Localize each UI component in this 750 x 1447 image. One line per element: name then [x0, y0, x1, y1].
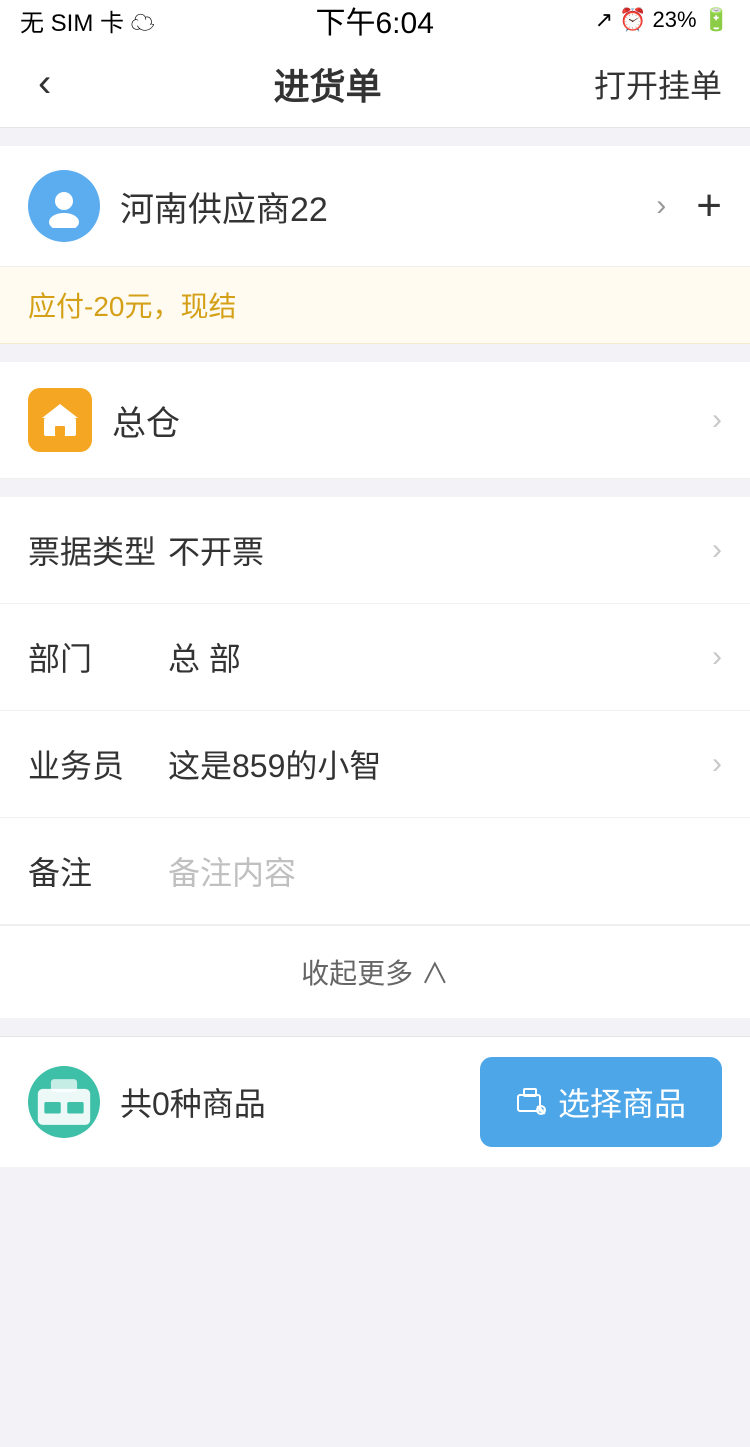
info-banner: 应付-20元，现结 — [0, 267, 750, 344]
select-product-label: 选择商品 — [558, 1079, 686, 1125]
department-row[interactable]: 部门 总 部 › — [0, 604, 750, 711]
open-pending-button[interactable]: 打开挂单 — [594, 61, 722, 107]
salesman-row[interactable]: 业务员 这是859的小智 › — [0, 711, 750, 818]
location-icon: ↗ — [595, 7, 613, 33]
status-left: 无 SIM 卡 ☁ — [20, 3, 155, 38]
warehouse-chevron-icon: › — [712, 403, 722, 437]
supplier-row[interactable]: 河南供应商22 › + — [0, 146, 750, 267]
department-value: 总 部 — [168, 634, 712, 680]
product-count: 共0种商品 — [120, 1079, 480, 1125]
supplier-chevron-icon: › — [656, 189, 666, 223]
mid-divider-2 — [0, 479, 750, 497]
remark-label: 备注 — [28, 848, 168, 894]
remark-input[interactable]: 备注内容 — [168, 848, 722, 894]
alarm-icon: ⏰ — [619, 7, 646, 33]
page-title: 进货单 — [274, 58, 382, 110]
status-bar: 无 SIM 卡 ☁ 下午6:04 ↗ ⏰ 23% 🔋 — [0, 0, 750, 40]
product-bar: 共0种商品 选择商品 — [0, 1036, 750, 1167]
department-chevron-icon: › — [712, 640, 722, 674]
select-product-icon — [516, 1087, 546, 1117]
invoice-type-chevron-icon: › — [712, 533, 722, 567]
form-card: 票据类型 不开票 › 部门 总 部 › 业务员 这是859的小智 › 备注 备注… — [0, 497, 750, 1018]
back-button[interactable]: ‹ — [28, 51, 61, 116]
supplier-card: 河南供应商22 › + 应付-20元，现结 — [0, 146, 750, 344]
top-divider — [0, 128, 750, 146]
warehouse-card: 总仓 › — [0, 362, 750, 479]
invoice-type-value: 不开票 — [168, 527, 712, 573]
content-area — [0, 1167, 750, 1447]
warehouse-name: 总仓 — [112, 396, 712, 445]
salesman-value: 这是859的小智 — [168, 741, 712, 787]
salesman-chevron-icon: › — [712, 747, 722, 781]
salesman-label: 业务员 — [28, 741, 168, 787]
status-right: ↗ ⏰ 23% 🔋 — [595, 7, 730, 33]
add-supplier-button[interactable]: + — [696, 181, 722, 231]
product-icon — [28, 1066, 100, 1138]
battery-icon: 🔋 — [703, 7, 730, 33]
department-label: 部门 — [28, 634, 168, 680]
nav-bar: ‹ 进货单 打开挂单 — [0, 40, 750, 128]
remark-row[interactable]: 备注 备注内容 — [0, 818, 750, 925]
supplier-name: 河南供应商22 — [120, 182, 656, 231]
warehouse-icon — [28, 388, 92, 452]
mid-divider-1 — [0, 344, 750, 362]
sim-status: 无 SIM 卡 ☁ — [20, 3, 155, 38]
collapse-toggle-button[interactable]: 收起更多 ∧ — [0, 925, 750, 1018]
battery-level: 23% — [653, 7, 697, 33]
invoice-type-label: 票据类型 — [28, 527, 168, 573]
supplier-avatar — [28, 170, 100, 242]
select-product-button[interactable]: 选择商品 — [480, 1057, 722, 1147]
status-time: 下午6:04 — [315, 0, 433, 42]
warehouse-row[interactable]: 总仓 › — [0, 362, 750, 479]
invoice-type-row[interactable]: 票据类型 不开票 › — [0, 497, 750, 604]
